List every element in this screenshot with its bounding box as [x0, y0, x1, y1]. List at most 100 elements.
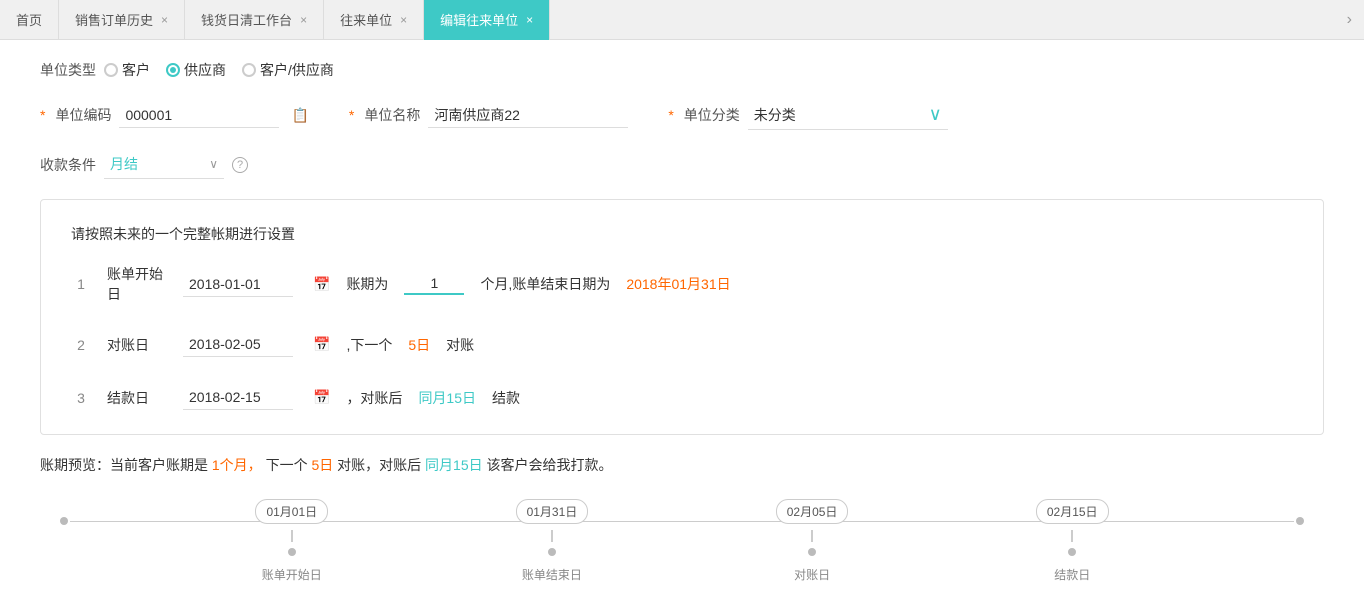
payment-date-input[interactable]: [183, 385, 293, 410]
period-num-3: 3: [71, 390, 91, 406]
period-settings-box: 请按照未来的一个完整帐期进行设置 1 账单开始日 📅 账期为 个月,账单结束日期…: [40, 199, 1324, 435]
preview-prefix: 账期预览：当前客户账期是: [40, 457, 208, 473]
unit-category-select[interactable]: 未分类 ∨: [748, 100, 948, 130]
timeline-left-cap: [60, 517, 68, 525]
preview-period-highlight: 1个月，: [212, 457, 262, 473]
timeline-container: 01月01日 账单开始日 01月31日 账单结束日 02月05日 对账日 02月…: [40, 499, 1324, 583]
month-count-input[interactable]: [404, 273, 464, 295]
timeline-left-dot: [60, 517, 68, 525]
radio-customer-label: 客户: [122, 60, 150, 80]
timeline-badge-1: 01月01日: [255, 499, 328, 524]
tab-edit-partner[interactable]: 编辑往来单位 ×: [424, 0, 550, 40]
unit-name-input[interactable]: [428, 103, 628, 128]
period-desc-suffix-2: 对账: [446, 335, 474, 355]
tab-partners[interactable]: 往来单位 ×: [324, 0, 424, 40]
timeline-label-3: 对账日: [794, 566, 830, 583]
timeline-label-4: 结款日: [1054, 566, 1090, 583]
unit-name-item: * 单位名称: [349, 103, 628, 128]
period-payment-day: 同月15日: [418, 388, 476, 408]
radio-supplier-label: 供应商: [184, 60, 226, 80]
period-desc-prefix-3: ，对账后: [346, 388, 402, 408]
payment-terms-row: 收款条件 月结 ∨ ?: [40, 150, 1324, 179]
tab-home[interactable]: 首页: [0, 0, 59, 40]
unit-code-calendar-icon[interactable]: 📋: [291, 107, 308, 124]
timeline-stem-4: [1071, 530, 1073, 542]
unit-type-row: 单位类型 客户 供应商 客户/供应商: [40, 60, 1324, 80]
preview-section: 账期预览：当前客户账期是 1个月， 下一个 5日 对账，对账后 同月15日 该客…: [40, 455, 1324, 475]
unit-code-label: 单位编码: [55, 105, 111, 125]
radio-both-circle: [242, 63, 256, 77]
radio-supplier[interactable]: 供应商: [166, 60, 226, 80]
tab-edit-partner-close[interactable]: ×: [526, 13, 533, 27]
tab-cash-work-close[interactable]: ×: [300, 13, 307, 27]
period-row-2: 2 对账日 📅 ,下一个 5日 对账: [71, 332, 1293, 357]
payment-date-calendar-icon[interactable]: 📅: [313, 389, 330, 406]
period-desc-suffix-3: 结款: [492, 388, 520, 408]
period-label-1: 账单开始日: [107, 264, 167, 304]
tab-home-label: 首页: [16, 10, 42, 29]
reconcile-date-calendar-icon[interactable]: 📅: [313, 336, 330, 353]
box-title: 请按照未来的一个完整帐期进行设置: [71, 224, 1293, 244]
unit-code-item: * 单位编码 📋: [40, 103, 309, 128]
payment-terms-value: 月结: [110, 154, 138, 174]
tab-expand-icon[interactable]: ›: [1335, 11, 1364, 29]
timeline-right-dot: [1296, 517, 1304, 525]
timeline-badge-3: 02月05日: [776, 499, 849, 524]
tab-cash-work-label: 钱货日清工作台: [201, 10, 292, 29]
timeline-dot-3: [808, 548, 816, 556]
period-desc-prefix-2: ,下一个: [346, 335, 392, 355]
unit-category-arrow-icon: ∨: [929, 104, 942, 125]
start-date-calendar-icon[interactable]: 📅: [313, 276, 330, 293]
tab-sales-history-close[interactable]: ×: [161, 13, 168, 27]
preview-pay-highlight: 同月15日: [425, 457, 483, 473]
period-row-3: 3 结款日 📅 ，对账后 同月15日 结款: [71, 385, 1293, 410]
unit-category-value: 未分类: [754, 105, 796, 125]
tab-sales-history[interactable]: 销售订单历史 ×: [59, 0, 185, 40]
tab-edit-partner-label: 编辑往来单位: [440, 10, 518, 29]
timeline-stem-3: [811, 530, 813, 542]
timeline-node-2: 01月31日 账单结束日: [516, 499, 589, 583]
timeline-stem-2: [551, 530, 553, 542]
timeline-stem-1: [291, 530, 293, 542]
main-content: 单位类型 客户 供应商 客户/供应商 * 单位编码: [0, 40, 1364, 608]
radio-both[interactable]: 客户/供应商: [242, 60, 334, 80]
period-num-1: 1: [71, 276, 91, 292]
preview-mid: 下一个: [266, 457, 308, 473]
unit-type-label: 单位类型: [40, 60, 96, 80]
timeline-dot-4: [1068, 548, 1076, 556]
timeline-node-3: 02月05日 对账日: [776, 499, 849, 583]
timeline-label-2: 账单结束日: [522, 566, 582, 583]
unit-category-item: * 单位分类 未分类 ∨: [668, 100, 947, 130]
payment-terms-arrow-icon: ∨: [209, 157, 218, 171]
tab-cash-work[interactable]: 钱货日清工作台 ×: [185, 0, 324, 40]
tab-partners-close[interactable]: ×: [400, 13, 407, 27]
radio-group: 客户 供应商 客户/供应商: [104, 60, 334, 80]
unit-code-input[interactable]: [119, 103, 279, 128]
radio-both-label: 客户/供应商: [260, 60, 334, 80]
help-icon[interactable]: ?: [232, 157, 248, 173]
preview-end: 该客户会给我打款。: [487, 457, 613, 473]
payment-terms-item: 收款条件 月结 ∨ ?: [40, 150, 248, 179]
start-date-input[interactable]: [183, 272, 293, 297]
payment-terms-select[interactable]: 月结 ∨: [104, 150, 224, 179]
unit-code-required: *: [40, 107, 45, 123]
period-reconcile-day: 5日: [408, 335, 430, 355]
radio-customer[interactable]: 客户: [104, 60, 150, 80]
preview-after: 对账，对账后: [337, 457, 421, 473]
period-row-1: 1 账单开始日 📅 账期为 个月,账单结束日期为 2018年01月31日: [71, 264, 1293, 304]
timeline-badge-4: 02月15日: [1036, 499, 1109, 524]
timeline-node-1: 01月01日 账单开始日: [255, 499, 328, 583]
radio-customer-circle: [104, 63, 118, 77]
radio-supplier-circle: [166, 63, 180, 77]
unit-info-row: * 单位编码 📋 * 单位名称 * 单位分类 未分类 ∨: [40, 100, 1324, 130]
timeline-dot-1: [288, 548, 296, 556]
period-label-3: 结款日: [107, 388, 167, 408]
timeline-badge-2: 01月31日: [516, 499, 589, 524]
timeline-nodes: 01月01日 账单开始日 01月31日 账单结束日 02月05日 对账日 02月…: [60, 499, 1304, 583]
tab-sales-history-label: 销售订单历史: [75, 10, 153, 29]
preview-day-highlight: 5日: [311, 457, 333, 473]
unit-name-required: *: [349, 107, 354, 123]
period-desc-prefix-1: 账期为: [346, 274, 388, 294]
reconcile-date-input[interactable]: [183, 332, 293, 357]
period-desc-suffix-1: 个月,账单结束日期为: [480, 274, 610, 294]
